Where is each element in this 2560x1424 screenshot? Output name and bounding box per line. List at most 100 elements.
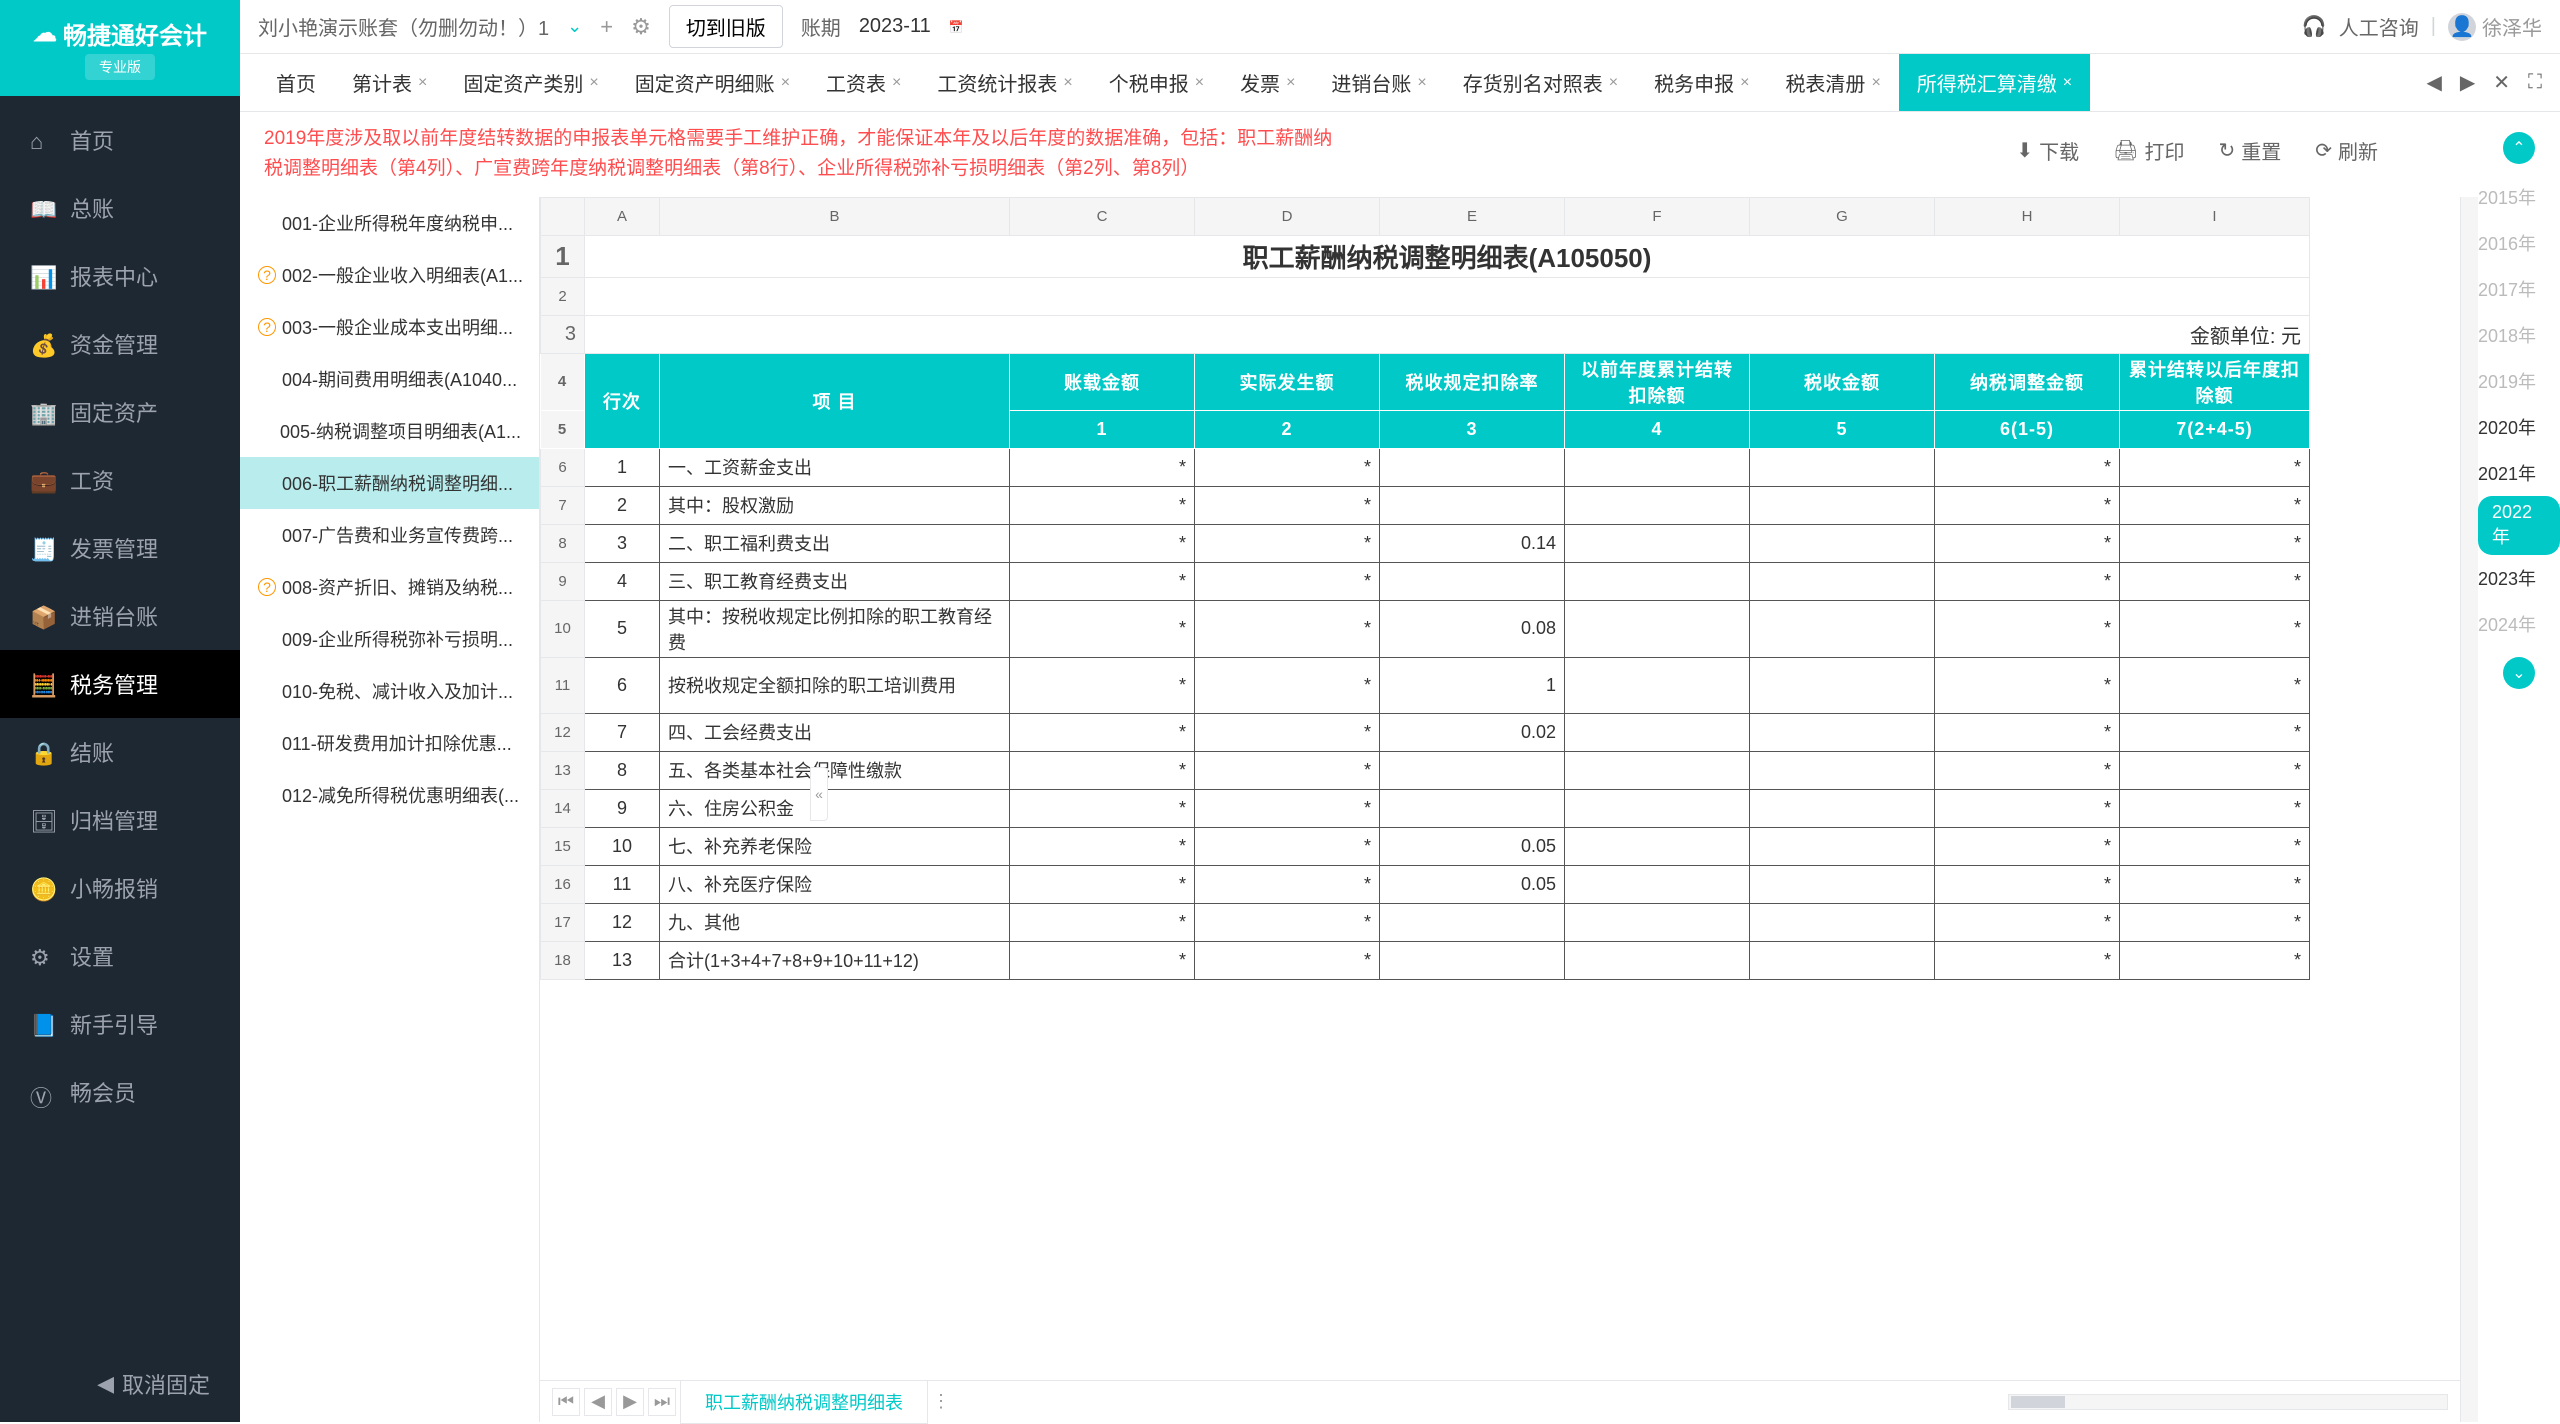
- gear-icon[interactable]: ⚙: [631, 14, 651, 40]
- tab[interactable]: 工资统计报表×: [919, 54, 1090, 111]
- sheet-item[interactable]: ?008-资产折旧、摊销及纳税...: [240, 561, 539, 613]
- tab[interactable]: 进销台账×: [1313, 54, 1444, 111]
- tab[interactable]: 税表清册×: [1767, 54, 1898, 111]
- sheet-item[interactable]: 005-纳税调整项目明细表(A1...: [240, 405, 539, 457]
- sheet-item[interactable]: 004-期间费用明细表(A1040...: [240, 353, 539, 405]
- year-item[interactable]: 2021年: [2478, 450, 2560, 496]
- account-select[interactable]: 刘小艳演示账套（勿删勿动！）1: [258, 12, 549, 41]
- active-sheet-tab[interactable]: 职工薪酬纳税调整明细表: [680, 1380, 928, 1424]
- tab[interactable]: 工资表×: [808, 54, 919, 111]
- switch-old-button[interactable]: 切到旧版: [669, 5, 783, 48]
- nav-item[interactable]: 📦进销台账: [0, 582, 240, 650]
- period-value[interactable]: 2023-11: [859, 15, 931, 38]
- close-icon[interactable]: ×: [1286, 74, 1295, 92]
- nav-item[interactable]: 📘新手引导: [0, 990, 240, 1058]
- scroll-up-icon[interactable]: ⌃: [2503, 132, 2535, 164]
- nav-item[interactable]: 💼工资: [0, 446, 240, 514]
- year-item[interactable]: 2019年: [2478, 358, 2560, 404]
- scroll-down-icon[interactable]: ⌄: [2503, 657, 2535, 689]
- fullscreen-icon[interactable]: ⛶: [2528, 71, 2542, 94]
- tab[interactable]: 第计表×: [334, 54, 445, 111]
- tab[interactable]: 所得税汇算清缴×: [1899, 54, 2090, 111]
- year-item[interactable]: 2020年: [2478, 404, 2560, 450]
- download-button[interactable]: ⬇ 下载: [2016, 136, 2079, 165]
- tab[interactable]: 税务申报 ×: [1636, 54, 1767, 111]
- year-item[interactable]: 2022年: [2478, 496, 2560, 555]
- support-link[interactable]: 人工咨询: [2339, 12, 2419, 41]
- nav-item[interactable]: 💰 资金管理: [0, 310, 240, 378]
- tab-prev-icon[interactable]: ◀: [2426, 70, 2441, 95]
- nav-label: 资金管理: [70, 328, 158, 360]
- sheet-label: 006-职工薪酬纳税调整明细...: [282, 470, 513, 496]
- calendar-icon[interactable]: 📅: [949, 20, 964, 34]
- tab[interactable]: 存货别名对照表×: [1445, 54, 1636, 111]
- tab-next-icon[interactable]: ▶: [2460, 70, 2475, 95]
- sheet-item[interactable]: ?002-一般企业收入明细表(A1...: [240, 249, 539, 301]
- sheet-item[interactable]: 007-广告费和业务宣传费跨...: [240, 509, 539, 561]
- tab[interactable]: 首页: [258, 54, 334, 111]
- tab[interactable]: 发票×: [1222, 54, 1313, 111]
- user-menu[interactable]: 👤 徐泽华: [2448, 12, 2542, 41]
- year-item[interactable]: 2023年: [2478, 555, 2560, 601]
- close-icon[interactable]: ×: [1195, 74, 1204, 92]
- tab[interactable]: 固定资产类别×: [445, 54, 616, 111]
- sheet-item[interactable]: ?003-一般企业成本支出明细...: [240, 301, 539, 353]
- nav-item[interactable]: ⚙设置: [0, 922, 240, 990]
- sheet-item[interactable]: 011-研发费用加计扣除优惠...: [240, 717, 539, 769]
- nav-item[interactable]: 🪙小畅报销: [0, 854, 240, 922]
- nav-item[interactable]: 📖总账: [0, 174, 240, 242]
- sheet-item[interactable]: 009-企业所得税弥补亏损明...: [240, 613, 539, 665]
- nav-item[interactable]: 🔒结账: [0, 718, 240, 786]
- unpin-button[interactable]: ◀ 取消固定: [0, 1346, 240, 1422]
- year-item[interactable]: 2016年: [2478, 220, 2560, 266]
- close-icon[interactable]: ×: [1609, 74, 1618, 92]
- year-item[interactable]: 2024年: [2478, 601, 2560, 647]
- close-icon[interactable]: ×: [1417, 74, 1426, 92]
- tab-label: 税务申报: [1654, 68, 1734, 97]
- sheet-first-icon[interactable]: ⏮: [552, 1388, 580, 1416]
- close-icon[interactable]: ×: [1063, 74, 1072, 92]
- support-icon: 🎧: [2302, 14, 2327, 39]
- nav-icon: 💰: [30, 333, 52, 355]
- nav-item[interactable]: Ⓥ畅会员: [0, 1058, 240, 1126]
- sheet-prev-icon[interactable]: ◀: [584, 1388, 612, 1416]
- nav-item[interactable]: 🧮税务管理: [0, 650, 240, 718]
- nav-icon: 🪙: [30, 877, 52, 899]
- nav-item[interactable]: 🗄归档管理: [0, 786, 240, 854]
- year-item[interactable]: 2015年: [2478, 174, 2560, 220]
- tab-close-all-icon[interactable]: ✕: [2493, 70, 2510, 95]
- v-scrollbar[interactable]: [2460, 197, 2478, 1422]
- close-icon[interactable]: ×: [589, 74, 598, 92]
- sheet-last-icon[interactable]: ⏭: [648, 1388, 676, 1416]
- spreadsheet[interactable]: ABCDEFGHI1职工薪酬纳税调整明细表(A105050)23金额单位: 元4…: [540, 197, 2460, 980]
- close-icon[interactable]: ×: [1740, 74, 1749, 92]
- sheet-item[interactable]: 001-企业所得税年度纳税申...: [240, 197, 539, 249]
- tab[interactable]: 个税申报×: [1091, 54, 1222, 111]
- nav-icon: ⌂: [30, 129, 52, 151]
- close-icon[interactable]: ×: [2063, 74, 2072, 92]
- refresh-button[interactable]: ⟳ 刷新: [2315, 136, 2378, 165]
- h-scrollbar[interactable]: [2008, 1394, 2448, 1410]
- close-icon[interactable]: ×: [1871, 74, 1880, 92]
- close-icon[interactable]: ×: [418, 74, 427, 92]
- sheet-item[interactable]: 012-减免所得税优惠明细表(...: [240, 769, 539, 821]
- print-button[interactable]: 🖨 打印: [2113, 136, 2184, 165]
- year-item[interactable]: 2018年: [2478, 312, 2560, 358]
- nav-item[interactable]: 📊报表中心: [0, 242, 240, 310]
- sheet-item[interactable]: 006-职工薪酬纳税调整明细...: [240, 457, 539, 509]
- tab[interactable]: 固定资产明细账×: [617, 54, 808, 111]
- year-item[interactable]: 2017年: [2478, 266, 2560, 312]
- close-icon[interactable]: ×: [781, 74, 790, 92]
- sheet-label: 010-免税、减计收入及加计...: [282, 678, 513, 704]
- chevron-down-icon[interactable]: ⌄: [567, 16, 582, 37]
- period-label: 账期: [801, 12, 841, 41]
- nav-item[interactable]: 🧾发票管理: [0, 514, 240, 582]
- collapse-button[interactable]: «: [810, 767, 828, 821]
- nav-item[interactable]: 🏢固定资产: [0, 378, 240, 446]
- plus-icon[interactable]: +: [600, 14, 613, 40]
- close-icon[interactable]: ×: [892, 74, 901, 92]
- nav-item[interactable]: ⌂首页: [0, 106, 240, 174]
- reset-button[interactable]: ↻ 重置: [2218, 136, 2281, 165]
- sheet-item[interactable]: 010-免税、减计收入及加计...: [240, 665, 539, 717]
- sheet-next-icon[interactable]: ▶: [616, 1388, 644, 1416]
